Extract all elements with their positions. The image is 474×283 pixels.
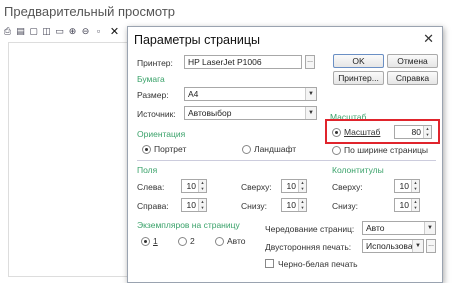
orientation-section-title: Ориентация [137, 129, 186, 139]
size-label: Размер: [137, 90, 169, 100]
multi-page-icon[interactable]: ▭ [54, 26, 65, 37]
duplex-select[interactable]: Использовать на ▼ [362, 239, 424, 253]
page-setup-icon[interactable]: ▤ [15, 26, 26, 37]
bw-print-checkbox[interactable] [265, 259, 274, 268]
source-select[interactable]: Автовыбор ▼ [184, 106, 317, 120]
size-select[interactable]: A4 ▼ [184, 87, 317, 101]
source-value: Автовыбор [188, 108, 232, 118]
spin-down-icon[interactable]: ▼ [411, 186, 419, 192]
header-bottom-spinner[interactable]: 10 ▲ ▼ [394, 198, 420, 212]
printer-button[interactable]: Принтер... [333, 71, 384, 85]
portrait-label: Портрет [154, 144, 187, 154]
copies-2-radio[interactable] [178, 237, 187, 246]
spin-down-icon[interactable]: ▼ [411, 205, 419, 211]
margins-section-title: Поля [137, 165, 158, 175]
size-value: A4 [188, 89, 199, 99]
copies-auto-radio[interactable] [215, 237, 224, 246]
margin-left-label: Слева: [137, 182, 165, 192]
two-pages-icon[interactable]: ◫ [41, 26, 52, 37]
single-page-icon[interactable]: ▢ [28, 26, 39, 37]
bw-print-label: Черно-белая печать [278, 259, 358, 269]
chevron-down-icon: ▼ [424, 222, 435, 234]
print-icon[interactable]: ⎙ [2, 26, 13, 37]
header-top-label: Сверху: [332, 182, 363, 192]
chevron-down-icon: ▼ [412, 240, 423, 252]
margin-top-label: Сверху: [241, 182, 272, 192]
page-setup-dialog: Параметры страницы ✕ Принтер: HP LaserJe… [127, 26, 443, 283]
landscape-radio[interactable] [242, 145, 251, 154]
fit-icon[interactable]: ▫ [93, 26, 104, 37]
help-button[interactable]: Справка [387, 71, 438, 85]
preview-toolbar: ⎙ ▤ ▢ ◫ ▭ ⊕ ⊖ ▫ ✕ [0, 22, 120, 40]
margin-right-label: Справа: [137, 201, 169, 211]
alternation-value: Авто [366, 223, 385, 233]
margin-right-spinner[interactable]: 10 ▲ ▼ [181, 198, 207, 212]
copies-2-label: 2 [190, 236, 195, 246]
margin-top-value: 10 [286, 181, 296, 191]
header-bottom-label: Снизу: [332, 201, 358, 211]
margin-right-value: 10 [186, 200, 196, 210]
header-top-spinner[interactable]: 10 ▲ ▼ [394, 179, 420, 193]
highlight-box [325, 119, 440, 144]
headers-section-title: Колонтитулы [332, 165, 384, 175]
header-top-value: 10 [399, 181, 409, 191]
spin-down-icon[interactable]: ▼ [198, 205, 206, 211]
fit-width-radio[interactable] [332, 146, 341, 155]
dialog-title: Параметры страницы [134, 33, 261, 47]
copies-auto-label: Авто [227, 236, 246, 246]
source-label: Источник: [137, 109, 176, 119]
divider [137, 160, 436, 161]
paper-section-title: Бумага [137, 74, 165, 84]
margin-bottom-spinner[interactable]: 10 ▲ ▼ [281, 198, 307, 212]
portrait-radio[interactable] [142, 145, 151, 154]
close-icon[interactable]: ✕ [423, 31, 434, 47]
printer-choose-button[interactable]: ... [305, 55, 315, 69]
margin-top-spinner[interactable]: 10 ▲ ▼ [281, 179, 307, 193]
ok-button[interactable]: OK [333, 54, 384, 68]
landscape-label: Ландшафт [254, 144, 297, 154]
header-bottom-value: 10 [399, 200, 409, 210]
fit-width-label: По ширине страницы [344, 145, 429, 155]
alternation-select[interactable]: Авто ▼ [362, 221, 436, 235]
margin-bottom-value: 10 [286, 200, 296, 210]
copies-1-radio[interactable] [141, 237, 150, 246]
spin-down-icon[interactable]: ▼ [298, 186, 306, 192]
printer-value: HP LaserJet P1006 [188, 57, 262, 67]
copies-section-title: Экземпляров на страницу [137, 220, 240, 230]
close-preview-icon[interactable]: ✕ [109, 26, 120, 38]
chevron-down-icon: ▼ [305, 88, 316, 100]
copies-1-label: 1 [153, 236, 158, 246]
spin-down-icon[interactable]: ▼ [298, 205, 306, 211]
printer-label: Принтер: [137, 58, 173, 68]
window-title: Предварительный просмотр [4, 4, 176, 19]
printer-field[interactable]: HP LaserJet P1006 [184, 55, 302, 69]
duplex-label: Двусторонняя печать: [265, 242, 352, 252]
duplex-choose-button[interactable]: ... [426, 239, 436, 253]
chevron-down-icon: ▼ [305, 107, 316, 119]
zoom-in-icon[interactable]: ⊕ [67, 26, 78, 37]
spin-down-icon[interactable]: ▼ [198, 186, 206, 192]
zoom-out-icon[interactable]: ⊖ [80, 26, 91, 37]
margin-left-value: 10 [186, 181, 196, 191]
alternation-label: Чередование страниц: [265, 224, 355, 234]
cancel-button[interactable]: Отмена [387, 54, 438, 68]
margin-left-spinner[interactable]: 10 ▲ ▼ [181, 179, 207, 193]
margin-bottom-label: Снизу: [241, 201, 267, 211]
